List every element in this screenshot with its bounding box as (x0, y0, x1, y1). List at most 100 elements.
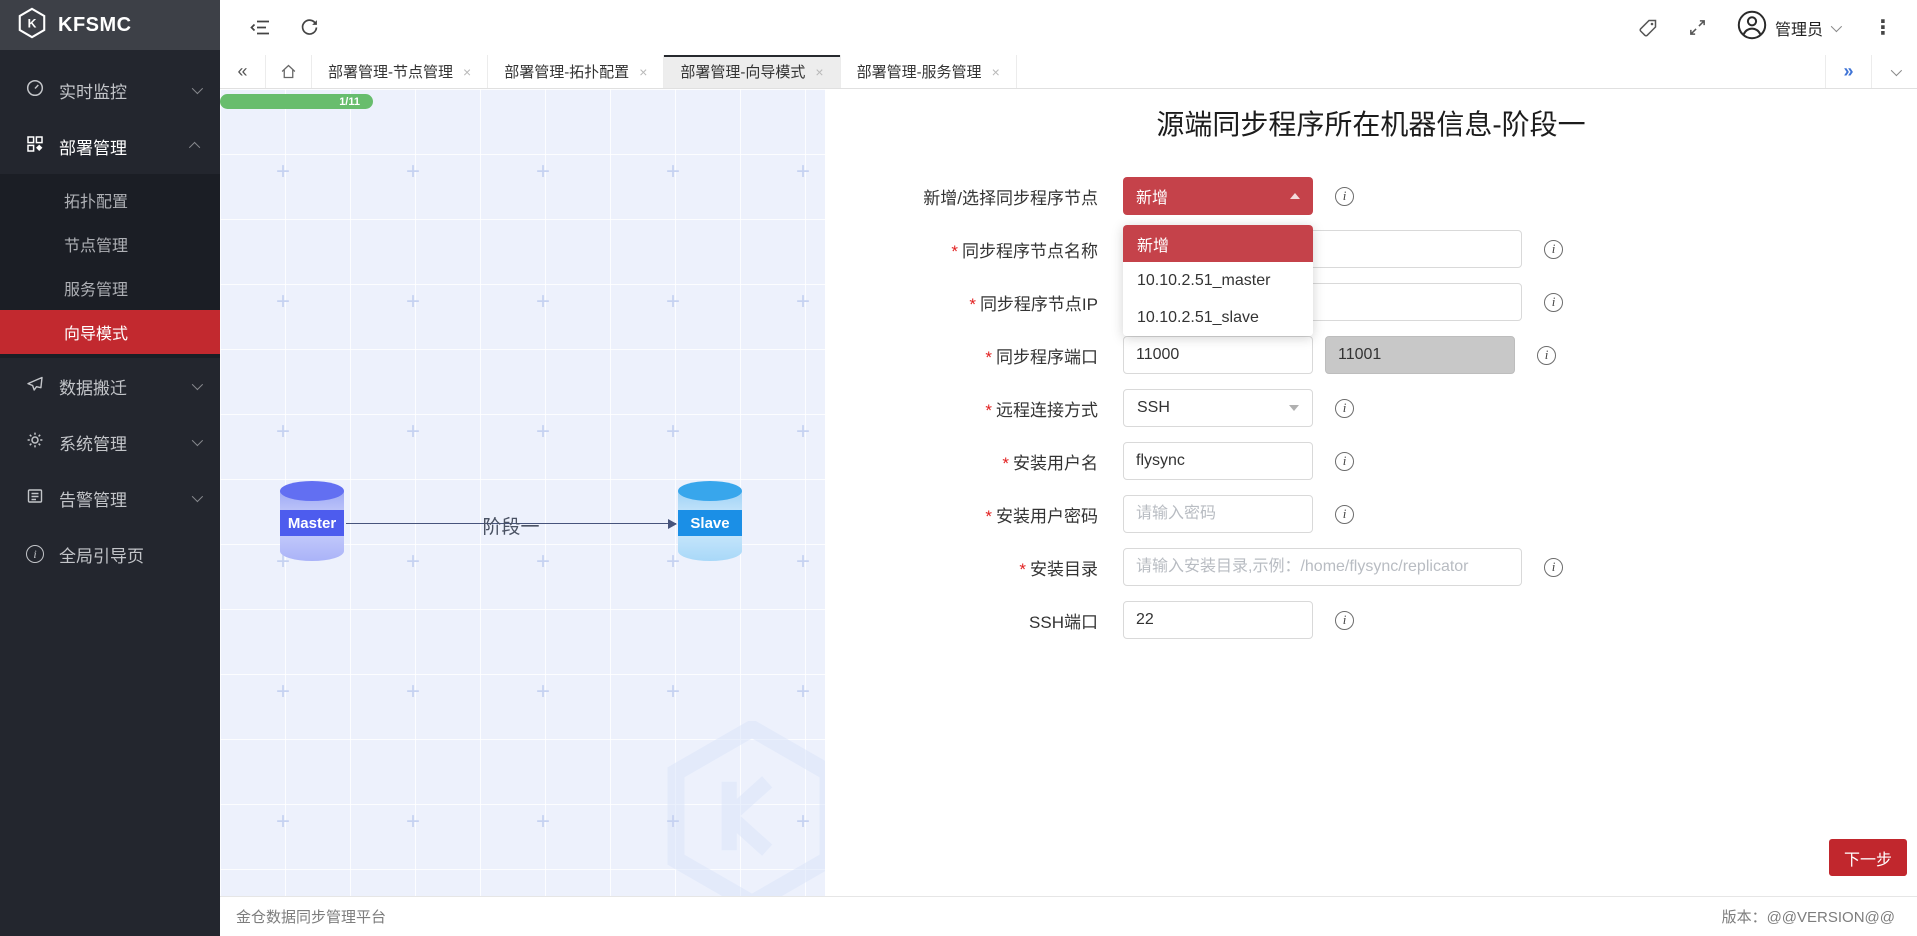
footer: 金仓数据同步管理平台 版本：@@VERSION@@ (220, 896, 1917, 936)
next-step-button[interactable]: 下一步 (1829, 839, 1907, 876)
form-row-node-select: 新增/选择同步程序节点 新增 i 新增 10.10.2.51_master 10… (825, 177, 1917, 336)
brand-hexagon-icon: K (16, 7, 48, 44)
tag-icon[interactable] (1638, 18, 1658, 38)
home-tab-button[interactable] (266, 55, 312, 88)
grid-plus-marker: + (795, 288, 811, 315)
sidebar-item-deploy[interactable]: 部署管理 (0, 118, 220, 174)
sidebar-item-migration[interactable]: 数据搬迁 (0, 358, 220, 414)
grid-plus-marker: + (405, 808, 421, 835)
sidebar-fold-icon[interactable] (250, 19, 270, 36)
sidebar-subitem-service[interactable]: 服务管理 (0, 266, 220, 310)
content-area: 1/11 阶段一 Master Slave + + + + + + + + + … (220, 89, 1917, 896)
field-label: 新增/选择同步程序节点 (923, 188, 1098, 208)
form-title: 源端同步程序所在机器信息-阶段一 (1156, 109, 1586, 140)
chevron-down-icon (1830, 20, 1843, 32)
tab-deploy-topology[interactable]: 部署管理-拓扑配置 × (488, 55, 665, 88)
chevron-down-icon (191, 82, 204, 95)
grid-plus-marker: + (795, 158, 811, 185)
gear-icon (26, 431, 44, 454)
grid-plus-marker: + (795, 678, 811, 705)
sidebar-subitem-wizard[interactable]: 向导模式 (0, 310, 220, 354)
info-icon[interactable]: i (1335, 186, 1354, 206)
sidebar-subitem-topology[interactable]: 拓扑配置 (0, 178, 220, 222)
main-region: 管理员 ⋮ « 部署管理-节点管理 × 部署管理-拓扑配置 × 部署管理-向导模… (220, 0, 1917, 936)
info-icon[interactable]: i (1544, 292, 1563, 312)
chevron-down-icon (191, 490, 204, 503)
paper-plane-icon (26, 375, 44, 398)
tabs-scroll-right-button[interactable]: » (1825, 55, 1871, 88)
required-marker: * (1019, 559, 1026, 579)
kebab-menu-icon[interactable]: ⋮ (1869, 15, 1897, 40)
field-label: * 同步程序节点名称 (951, 241, 1098, 261)
tab-label: 部署管理-节点管理 (328, 64, 453, 81)
grid-plus-marker: + (405, 288, 421, 315)
info-icon[interactable]: i (1537, 345, 1556, 365)
info-circle-icon: i (26, 545, 44, 563)
form-row-install-password: *安装用户密码 i (825, 495, 1917, 533)
close-icon[interactable]: × (463, 64, 471, 80)
field-label: * 安装用户密码 (985, 506, 1098, 526)
grid-plus-marker: + (665, 158, 681, 185)
dropdown-option-new[interactable]: 新增 (1123, 225, 1313, 262)
ssh-port-input[interactable] (1123, 601, 1313, 639)
info-icon[interactable]: i (1335, 504, 1354, 524)
sidebar-item-system[interactable]: 系统管理 (0, 414, 220, 470)
grid-plus-marker: + (275, 678, 291, 705)
wizard-canvas: 1/11 阶段一 Master Slave + + + + + + + + + … (220, 89, 825, 896)
sidebar-subitem-node[interactable]: 节点管理 (0, 222, 220, 266)
info-icon[interactable]: i (1335, 398, 1354, 418)
chevron-down-icon (1890, 64, 1902, 76)
info-icon[interactable]: i (1335, 610, 1354, 630)
footer-version: 版本：@@VERSION@@ (1721, 909, 1895, 926)
tab-label: 部署管理-向导模式 (680, 64, 806, 81)
refresh-icon[interactable] (300, 18, 319, 37)
brand-letter: K (28, 16, 37, 30)
close-icon[interactable]: × (815, 64, 823, 80)
sidebar-item-alert[interactable]: 告警管理 (0, 470, 220, 526)
connect-type-select[interactable]: SSH (1123, 389, 1313, 427)
node-select-dropdown[interactable]: 新增 (1123, 177, 1313, 215)
node-select-options: 新增 10.10.2.51_master 10.10.2.51_slave (1123, 225, 1313, 336)
tab-deploy-node[interactable]: 部署管理-节点管理 × (312, 55, 489, 88)
brand-name: KFSMC (58, 13, 132, 36)
tabs-scroll-left-button[interactable]: « (220, 55, 266, 88)
tab-deploy-wizard[interactable]: 部署管理-向导模式 × (664, 55, 841, 88)
close-icon[interactable]: × (992, 64, 1000, 80)
tabs-menu-button[interactable] (1871, 55, 1917, 88)
install-dir-input[interactable] (1123, 548, 1522, 586)
dropdown-option-slave[interactable]: 10.10.2.51_slave (1123, 299, 1313, 336)
sync-port2-input (1325, 336, 1515, 374)
deploy-submenu: 拓扑配置 节点管理 服务管理 向导模式 (0, 174, 220, 358)
install-user-input[interactable] (1123, 442, 1313, 480)
info-icon[interactable]: i (1544, 557, 1563, 577)
sidebar-item-label: 实时监控 (59, 82, 127, 102)
grid-plus-marker: + (535, 678, 551, 705)
grid-plus-marker: + (535, 158, 551, 185)
close-icon[interactable]: × (639, 64, 647, 80)
tab-bar: « 部署管理-节点管理 × 部署管理-拓扑配置 × 部署管理-向导模式 × 部署… (220, 55, 1917, 89)
slave-node-label: Slave (690, 515, 729, 532)
grid-plus-marker: + (665, 288, 681, 315)
sidebar-item-label: 全局引导页 (59, 546, 144, 566)
wizard-progress-bar: 1/11 (220, 94, 373, 109)
footer-platform-name: 金仓数据同步管理平台 (236, 909, 387, 926)
info-icon[interactable]: i (1544, 239, 1563, 259)
grid-plus-marker: + (405, 418, 421, 445)
node-select-value: 新增 (1136, 190, 1169, 207)
sidebar-item-guide[interactable]: i 全局引导页 (0, 526, 220, 582)
chevron-down-icon (191, 434, 204, 447)
required-marker: * (985, 506, 992, 526)
sync-port-input[interactable] (1123, 336, 1313, 374)
dropdown-option-master[interactable]: 10.10.2.51_master (1123, 262, 1313, 299)
install-password-input[interactable] (1123, 495, 1313, 533)
user-menu[interactable]: 管理员 (1737, 10, 1843, 45)
info-icon[interactable]: i (1335, 451, 1354, 471)
grid-plus-marker: + (665, 418, 681, 445)
tab-deploy-service[interactable]: 部署管理-服务管理 × (841, 55, 1017, 88)
avatar-icon (1737, 10, 1767, 45)
grid-plus-marker: + (535, 288, 551, 315)
sidebar-item-monitor[interactable]: 实时监控 (0, 62, 220, 118)
grid-plus-marker: + (275, 808, 291, 835)
tabbar-filler (1017, 55, 1825, 88)
fullscreen-icon[interactable] (1688, 18, 1707, 37)
